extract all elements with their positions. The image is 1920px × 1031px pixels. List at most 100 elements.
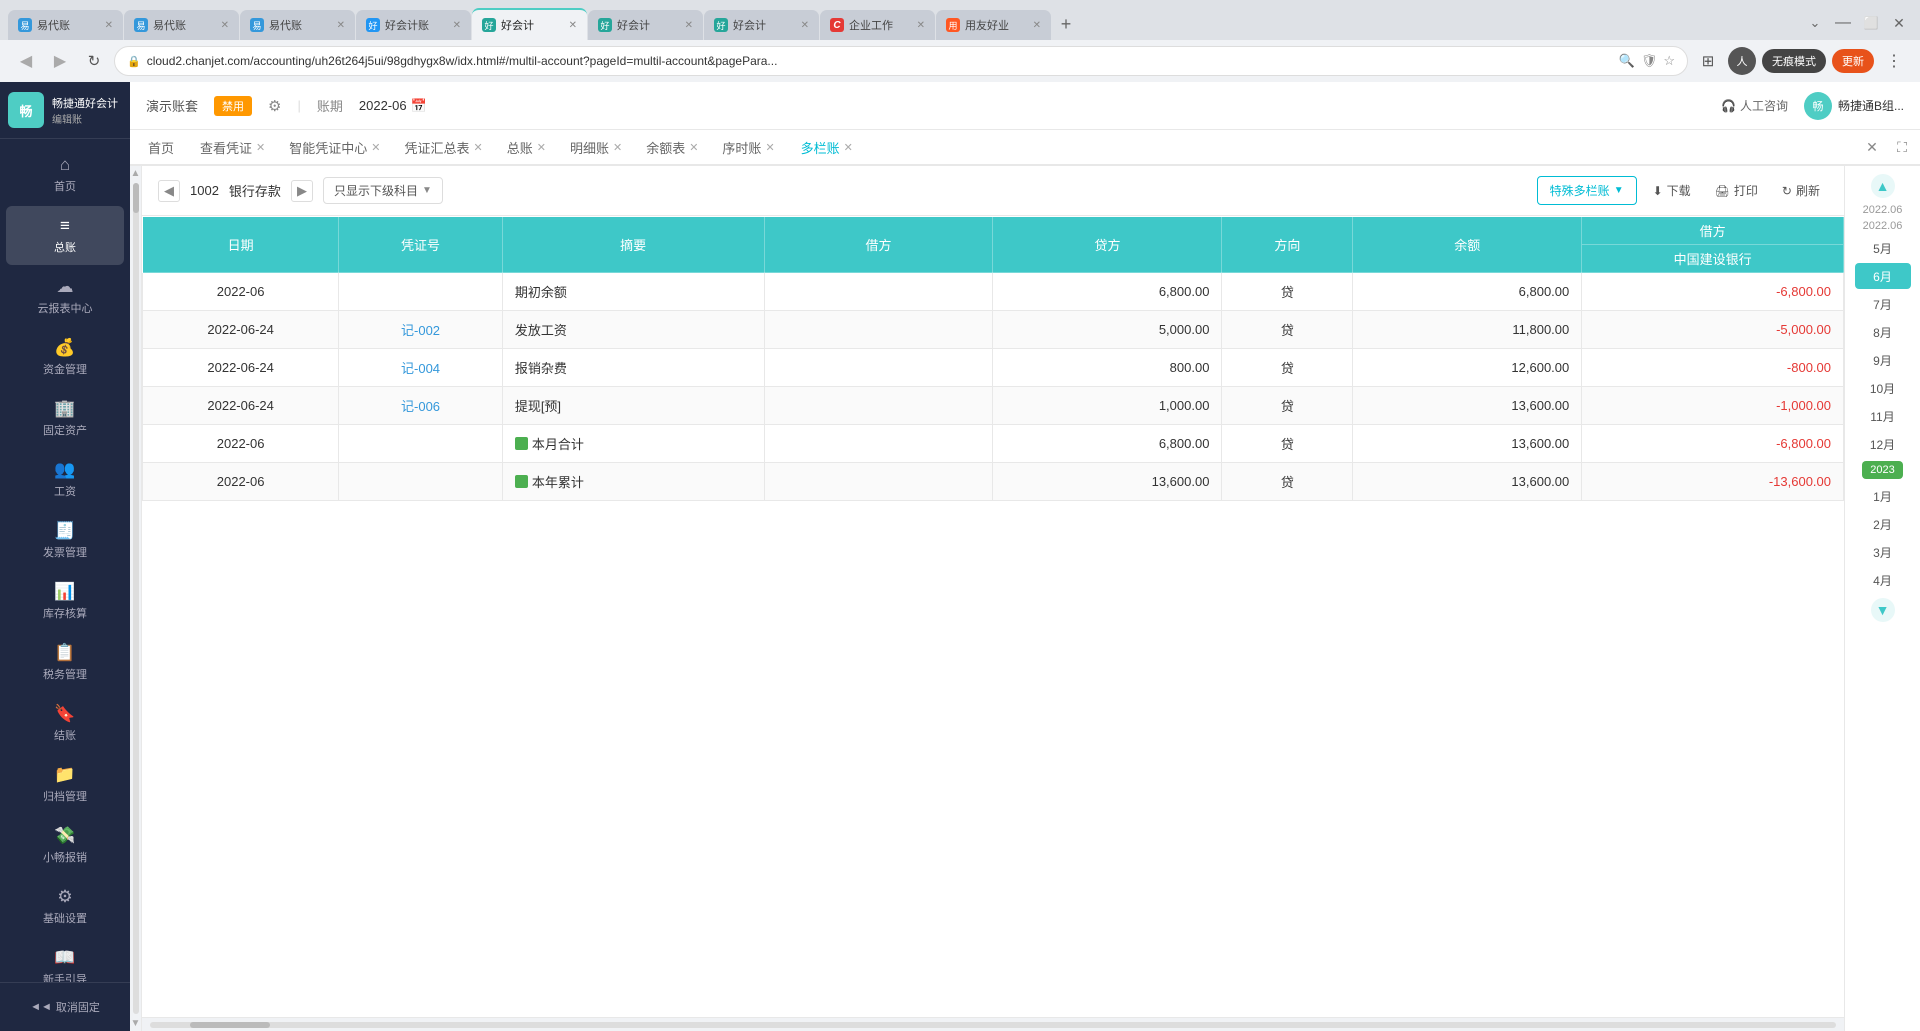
address-bar[interactable]: 🔒 cloud2.chanjet.com/accounting/uh26t264… xyxy=(114,46,1688,76)
tab-2-close[interactable]: ✕ xyxy=(221,20,229,31)
calendar-icon[interactable]: 📅 xyxy=(411,98,427,114)
settings-gear-icon[interactable]: ⚙ xyxy=(268,97,281,115)
maximize-button[interactable]: ⬜ xyxy=(1858,10,1884,36)
update-btn[interactable]: 更新 xyxy=(1832,49,1874,73)
vert-thumb[interactable] xyxy=(133,183,139,213)
user-menu-button[interactable]: 畅 畅捷通B组... xyxy=(1804,92,1904,120)
tab-1-close[interactable]: ✕ xyxy=(105,20,113,31)
tab-9-close[interactable]: ✕ xyxy=(1033,20,1041,31)
sidebar-item-settings[interactable]: ⚙ 基础设置 xyxy=(6,877,124,936)
cell-voucher[interactable]: 记-002 xyxy=(339,311,503,349)
month-item-oct[interactable]: 10月 xyxy=(1855,375,1911,401)
star-icon[interactable]: ☆ xyxy=(1663,53,1675,69)
tab-3-close[interactable]: ✕ xyxy=(337,20,345,31)
close-window-button[interactable]: ✕ xyxy=(1886,10,1912,36)
user-profile-button[interactable]: 人 xyxy=(1728,47,1756,75)
browser-tab-9[interactable]: 用 用友好业 ✕ xyxy=(936,10,1051,40)
close-tab-multi-col[interactable]: ✕ xyxy=(844,141,853,154)
sidebar-item-general-ledger[interactable]: ≡ 总账 xyxy=(6,206,124,265)
browser-tab-3[interactable]: 易 易代账 ✕ xyxy=(240,10,355,40)
reload-button[interactable]: ↻ xyxy=(80,47,108,75)
close-tab-general-ledger[interactable]: ✕ xyxy=(537,141,546,154)
multi-col-btn[interactable]: 特殊多栏账 ▼ xyxy=(1537,176,1637,205)
sub-account-filter[interactable]: 只显示下级科目 ▼ xyxy=(323,177,443,204)
tab-4-close[interactable]: ✕ xyxy=(453,20,461,31)
sidebar-item-archive[interactable]: 📁 归档管理 xyxy=(6,755,124,814)
close-tab-view-voucher[interactable]: ✕ xyxy=(256,141,265,154)
sidebar-item-fixed-assets[interactable]: 🏢 固定资产 xyxy=(6,389,124,448)
browser-tab-1[interactable]: 易 易代账 ✕ xyxy=(8,10,123,40)
scroll-down-arrow[interactable]: ▼ xyxy=(1871,598,1895,622)
year-2023-badge[interactable]: 2023 xyxy=(1862,461,1902,479)
cell-voucher[interactable]: 记-006 xyxy=(339,387,503,425)
no-trace-btn[interactable]: 无痕模式 xyxy=(1762,49,1826,73)
tab-balance[interactable]: 余额表 ✕ xyxy=(634,130,710,166)
prev-account-button[interactable]: ◀ xyxy=(158,180,180,202)
tab-voucher-summary[interactable]: 凭证汇总表 ✕ xyxy=(392,130,494,166)
tab-multi-col[interactable]: 多栏账 ✕ xyxy=(787,130,867,166)
month-item-jan[interactable]: 1月 xyxy=(1855,483,1911,509)
browser-tab-7[interactable]: 好 好会计 ✕ xyxy=(704,10,819,40)
expand-tab-button[interactable]: ⛶ xyxy=(1888,133,1916,161)
vert-scroll-down[interactable]: ▼ xyxy=(130,1016,142,1031)
sidebar-item-expense[interactable]: 💸 小畅报销 xyxy=(6,816,124,875)
sidebar-item-funds[interactable]: 💰 资金管理 xyxy=(6,328,124,387)
month-item-mar[interactable]: 3月 xyxy=(1855,539,1911,565)
cell-voucher[interactable]: 记-004 xyxy=(339,349,503,387)
tab-list-button[interactable]: ⌄ xyxy=(1802,10,1828,36)
month-item-dec[interactable]: 12月 xyxy=(1855,431,1911,457)
close-tab-detail-ledger[interactable]: ✕ xyxy=(613,141,622,154)
scroll-thumb[interactable] xyxy=(190,1022,270,1028)
sidebar-item-cloud-report[interactable]: ☁ 云报表中心 xyxy=(6,267,124,326)
tab-smart-voucher[interactable]: 智能凭证中心 ✕ xyxy=(277,130,392,166)
collapse-tab-button[interactable]: ✕ xyxy=(1858,133,1886,161)
minimize-button[interactable]: — xyxy=(1830,10,1856,36)
tab-6-close[interactable]: ✕ xyxy=(685,20,693,31)
browser-tab-5[interactable]: 好 好会计 ✕ xyxy=(472,8,587,40)
download-button[interactable]: ⬇ 下载 xyxy=(1645,178,1699,203)
consult-button[interactable]: 🎧 人工咨询 xyxy=(1721,97,1788,114)
menu-button[interactable]: ⋮ xyxy=(1880,47,1908,75)
month-item-jun[interactable]: 6月 xyxy=(1855,263,1911,289)
extension-button[interactable]: ⊞ xyxy=(1694,47,1722,75)
tab-5-close[interactable]: ✕ xyxy=(569,20,577,31)
sidebar-item-inventory[interactable]: 📊 库存核算 xyxy=(6,572,124,631)
collapse-button[interactable]: ◄◄ 取消固定 xyxy=(6,991,124,1023)
close-tab-voucher-summary[interactable]: ✕ xyxy=(474,141,483,154)
month-item-apr[interactable]: 4月 xyxy=(1855,567,1911,593)
tab-7-close[interactable]: ✕ xyxy=(801,20,809,31)
browser-tab-6[interactable]: 好 好会计 ✕ xyxy=(588,10,703,40)
browser-tab-4[interactable]: 好 好会计账 ✕ xyxy=(356,10,471,40)
browser-tab-8[interactable]: C 企业工作 ✕ xyxy=(820,10,935,40)
month-item-sep[interactable]: 9月 xyxy=(1855,347,1911,373)
sidebar-item-guide[interactable]: 📖 新手引导 xyxy=(6,938,124,982)
panel-toggle[interactable]: ▶ xyxy=(1844,286,1845,314)
sidebar-item-invoice[interactable]: 🧾 发票管理 xyxy=(6,511,124,570)
browser-tab-2[interactable]: 易 易代账 ✕ xyxy=(124,10,239,40)
close-tab-balance[interactable]: ✕ xyxy=(689,141,698,154)
sidebar-item-tax[interactable]: 📋 税务管理 xyxy=(6,633,124,692)
back-button[interactable]: ◀ xyxy=(12,47,40,75)
month-item-aug[interactable]: 8月 xyxy=(1855,319,1911,345)
sidebar-item-home[interactable]: ⌂ 首页 xyxy=(6,145,124,204)
sidebar-item-close-period[interactable]: 🔖 结账 xyxy=(6,694,124,753)
refresh-button[interactable]: ↻ 刷新 xyxy=(1774,178,1828,203)
tab-journal[interactable]: 序时账 ✕ xyxy=(710,130,786,166)
month-item-nov[interactable]: 11月 xyxy=(1855,403,1911,429)
close-tab-journal[interactable]: ✕ xyxy=(765,141,774,154)
forward-button[interactable]: ▶ xyxy=(46,47,74,75)
vert-scroll-up[interactable]: ▲ xyxy=(130,166,142,181)
month-item-feb[interactable]: 2月 xyxy=(1855,511,1911,537)
tab-detail-ledger[interactable]: 明细账 ✕ xyxy=(558,130,634,166)
close-tab-smart-voucher[interactable]: ✕ xyxy=(371,141,380,154)
tab-general-ledger[interactable]: 总账 ✕ xyxy=(495,130,558,166)
tab-view-voucher[interactable]: 查看凭证 ✕ xyxy=(188,130,277,166)
month-item-jul[interactable]: 7月 xyxy=(1855,291,1911,317)
scroll-track[interactable] xyxy=(150,1022,1836,1028)
scroll-up-arrow[interactable]: ▲ xyxy=(1871,174,1895,198)
next-account-button[interactable]: ▶ xyxy=(291,180,313,202)
tab-home[interactable]: 首页 xyxy=(134,130,188,166)
sidebar-item-payroll[interactable]: 👥 工资 xyxy=(6,450,124,509)
new-tab-button[interactable]: + xyxy=(1052,10,1080,38)
month-item-may[interactable]: 5月 xyxy=(1855,235,1911,261)
